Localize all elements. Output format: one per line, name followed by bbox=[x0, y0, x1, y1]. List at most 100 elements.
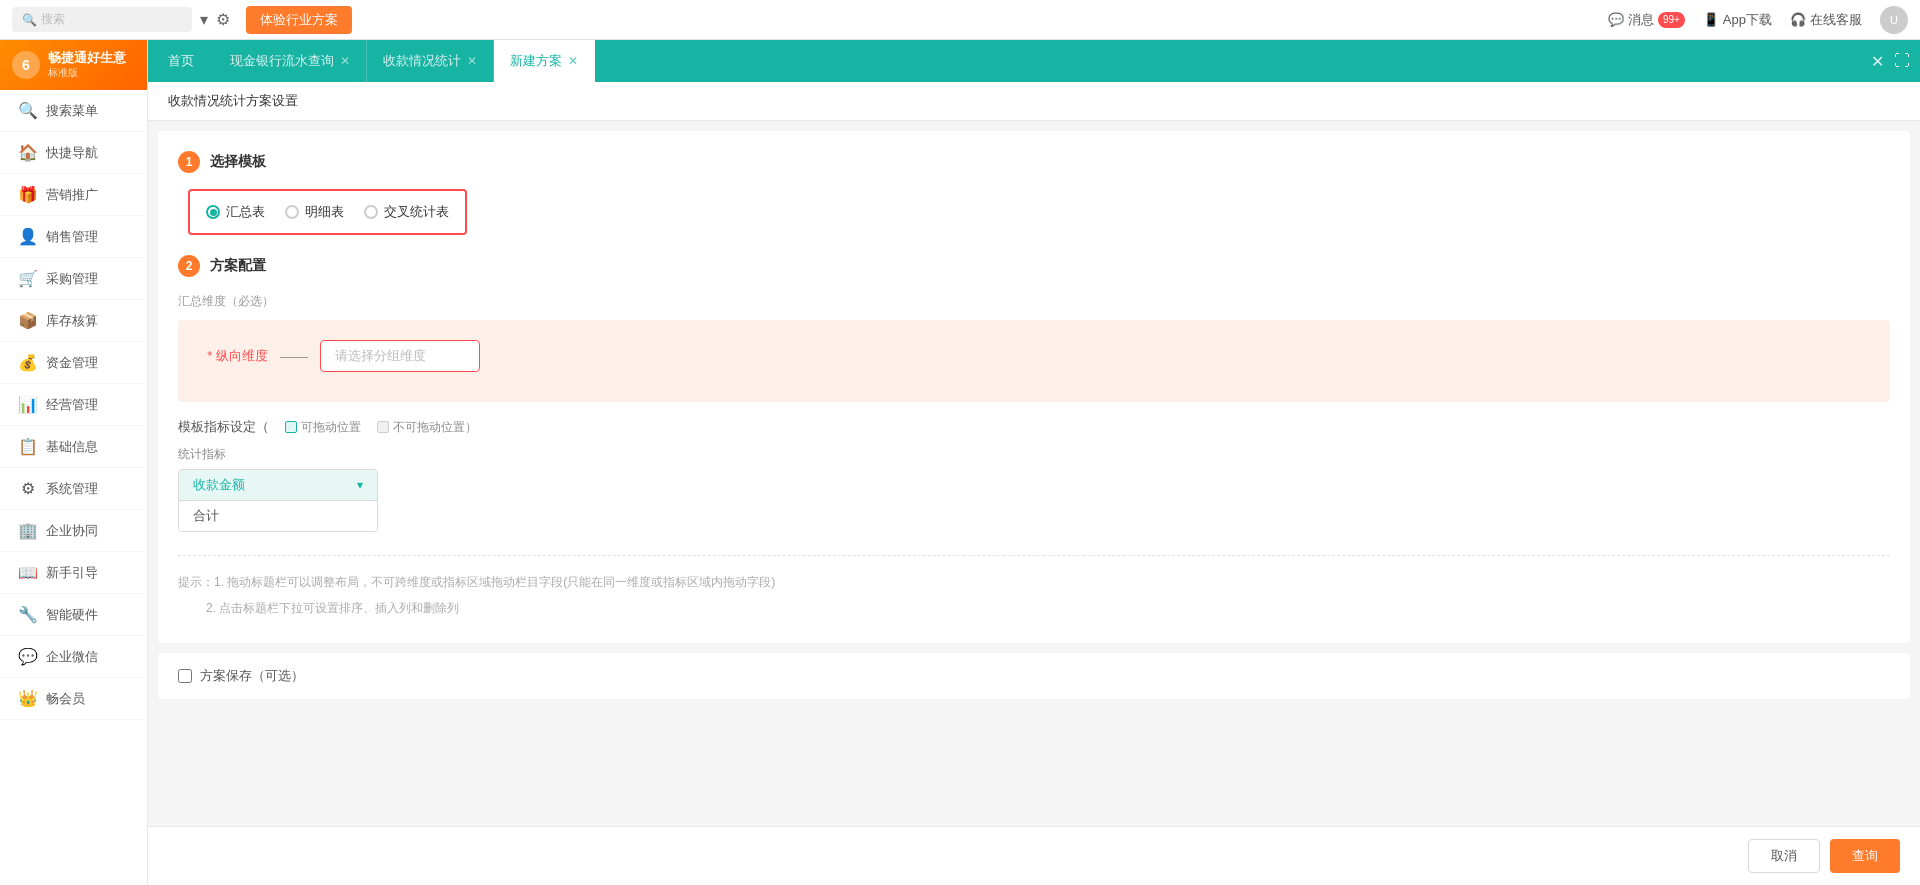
close-icon[interactable]: ✕ bbox=[467, 54, 477, 68]
dimension-grid: * 纵向维度 —— 请选择分组维度 bbox=[178, 320, 1890, 402]
step2-number: 2 bbox=[178, 255, 200, 277]
vertical-dimension-label: * 纵向维度 bbox=[198, 347, 268, 365]
wechat-icon: 💬 bbox=[18, 647, 38, 666]
marketing-icon: 🎁 bbox=[18, 185, 38, 204]
sidebar-item-member[interactable]: 👑 畅会员 bbox=[0, 678, 147, 720]
logo-text-block: 畅捷通好生意 标准版 bbox=[48, 50, 126, 80]
legend-draggable: 可拖动位置 bbox=[285, 419, 361, 436]
messages-badge: 99+ bbox=[1658, 12, 1685, 28]
sidebar-item-wechat[interactable]: 💬 企业微信 bbox=[0, 636, 147, 678]
tab-home[interactable]: 首页 bbox=[148, 40, 214, 82]
service-icon: 🎧 bbox=[1790, 12, 1806, 27]
tips-section: 提示：1. 拖动标题栏可以调整布局，不可跨维度或指标区域拖动栏目字段(只能在同一… bbox=[178, 555, 1890, 619]
avatar[interactable]: U bbox=[1880, 6, 1908, 34]
indicator-table-header[interactable]: 收款金额 ▾ bbox=[179, 470, 377, 501]
messages-item[interactable]: 💬 消息 99+ bbox=[1608, 11, 1685, 29]
tab-cash-flow[interactable]: 现金银行流水查询 ✕ bbox=[214, 40, 367, 82]
sidebar-item-basic-info[interactable]: 📋 基础信息 bbox=[0, 426, 147, 468]
sidebar-item-smart-hw[interactable]: 🔧 智能硬件 bbox=[0, 594, 147, 636]
query-button[interactable]: 查询 bbox=[1830, 839, 1900, 873]
sidebar-item-label: 畅会员 bbox=[46, 690, 85, 708]
sidebar-item-system[interactable]: ⚙ 系统管理 bbox=[0, 468, 147, 510]
finance-icon: 💰 bbox=[18, 353, 38, 372]
main-layout: 6 畅捷通好生意 标准版 🔍 搜索菜单 🏠 快捷导航 🎁 营销推广 👤 销售管理… bbox=[0, 40, 1920, 885]
sidebar-item-sales[interactable]: 👤 销售管理 bbox=[0, 216, 147, 258]
step2-header: 2 方案配置 bbox=[178, 255, 1890, 277]
edition-text: 标准版 bbox=[48, 66, 126, 80]
download-icon: 📱 bbox=[1703, 12, 1719, 27]
messages-label: 消息 bbox=[1628, 11, 1654, 29]
save-checkbox[interactable] bbox=[178, 669, 192, 683]
tips-text: 提示：1. 拖动标题栏可以调整布局，不可跨维度或指标区域拖动栏目字段(只能在同一… bbox=[178, 572, 1890, 619]
tab-receipt-stat[interactable]: 收款情况统计 ✕ bbox=[367, 40, 494, 82]
sidebar-item-label: 搜索菜单 bbox=[46, 102, 98, 120]
close-icon[interactable]: ✕ bbox=[568, 54, 578, 68]
trial-button[interactable]: 体验行业方案 bbox=[246, 6, 352, 34]
purchase-icon: 🛒 bbox=[18, 269, 38, 288]
guide-icon: 📖 bbox=[18, 563, 38, 582]
radio-label-cross: 交叉统计表 bbox=[384, 203, 449, 221]
legend-not-draggable-label: 不可拖动位置） bbox=[393, 419, 477, 436]
page-title: 收款情况统计方案设置 bbox=[168, 93, 298, 108]
sidebar-item-marketing[interactable]: 🎁 营销推广 bbox=[0, 174, 147, 216]
inventory-icon: 📦 bbox=[18, 311, 38, 330]
sidebar-item-label: 新手引导 bbox=[46, 564, 98, 582]
save-section: 方案保存（可选） bbox=[158, 653, 1910, 699]
radio-label-summary: 汇总表 bbox=[226, 203, 265, 221]
indicator-section: 模板指标设定（ 可拖动位置 不可拖动位置） bbox=[178, 418, 1890, 535]
sidebar-item-guide[interactable]: 📖 新手引导 bbox=[0, 552, 147, 594]
page-content: 收款情况统计方案设置 1 选择模板 汇总表 bbox=[148, 82, 1920, 826]
footer-bar: 取消 查询 bbox=[148, 826, 1920, 885]
sidebar-item-operations[interactable]: 📊 经营管理 bbox=[0, 384, 147, 426]
step1-title: 选择模板 bbox=[210, 153, 266, 171]
service-item[interactable]: 🎧 在线客服 bbox=[1790, 11, 1862, 29]
sidebar-item-enterprise[interactable]: 🏢 企业协同 bbox=[0, 510, 147, 552]
content-area: 首页 现金银行流水查询 ✕ 收款情况统计 ✕ 新建方案 ✕ ✕ ⛶ bbox=[148, 40, 1920, 885]
step1-header: 1 选择模板 bbox=[178, 151, 1890, 173]
enterprise-icon: 🏢 bbox=[18, 521, 38, 540]
radio-dot-detail bbox=[285, 205, 299, 219]
settings-icon[interactable]: ⚙ bbox=[216, 10, 230, 29]
radio-summary[interactable]: 汇总表 bbox=[206, 203, 265, 221]
config-section: 2 方案配置 汇总维度（必选） * 纵向维度 —— bbox=[178, 255, 1890, 619]
sidebar-item-finance[interactable]: 💰 资金管理 bbox=[0, 342, 147, 384]
header-search-box[interactable]: 🔍 搜索 bbox=[12, 7, 192, 32]
tab-new-plan[interactable]: 新建方案 ✕ bbox=[494, 40, 595, 82]
dropdown-arrow-icon[interactable]: ▾ bbox=[357, 478, 363, 492]
logo-icon: 6 bbox=[12, 51, 40, 79]
search-menu-icon: 🔍 bbox=[18, 101, 38, 120]
template-radio-group: 汇总表 明细表 交叉统计表 bbox=[206, 203, 449, 221]
operations-icon: 📊 bbox=[18, 395, 38, 414]
sidebar-item-label: 企业微信 bbox=[46, 648, 98, 666]
save-label: 方案保存（可选） bbox=[200, 667, 304, 685]
dimension-section: 汇总维度（必选） * 纵向维度 —— 请选择分组维度 bbox=[178, 293, 1890, 402]
header-dropdown-btn[interactable]: ▾ bbox=[200, 10, 208, 29]
smart-hw-icon: 🔧 bbox=[18, 605, 38, 624]
dimension-selector[interactable]: 请选择分组维度 bbox=[320, 340, 480, 372]
sidebar-item-label: 库存核算 bbox=[46, 312, 98, 330]
sidebar-item-quick-nav[interactable]: 🏠 快捷导航 bbox=[0, 132, 147, 174]
download-label: App下载 bbox=[1723, 11, 1772, 29]
step2-title: 方案配置 bbox=[210, 257, 266, 275]
sidebar-item-label: 营销推广 bbox=[46, 186, 98, 204]
close-window-btn[interactable]: ✕ bbox=[1871, 52, 1884, 71]
sidebar-item-label: 采购管理 bbox=[46, 270, 98, 288]
member-icon: 👑 bbox=[18, 689, 38, 708]
close-icon[interactable]: ✕ bbox=[340, 54, 350, 68]
sidebar-item-search-menu[interactable]: 🔍 搜索菜单 bbox=[0, 90, 147, 132]
sidebar-item-inventory[interactable]: 📦 库存核算 bbox=[0, 300, 147, 342]
download-item[interactable]: 📱 App下载 bbox=[1703, 11, 1772, 29]
template-section: 汇总表 明细表 交叉统计表 bbox=[188, 189, 467, 235]
radio-label-detail: 明细表 bbox=[305, 203, 344, 221]
sidebar-item-label: 销售管理 bbox=[46, 228, 98, 246]
sidebar-item-label: 资金管理 bbox=[46, 354, 98, 372]
header-right: 💬 消息 99+ 📱 App下载 🎧 在线客服 U bbox=[1608, 6, 1908, 34]
radio-cross[interactable]: 交叉统计表 bbox=[364, 203, 449, 221]
indicator-table: 收款金额 ▾ 合计 bbox=[178, 469, 378, 532]
maximize-window-btn[interactable]: ⛶ bbox=[1894, 52, 1910, 70]
quick-nav-icon: 🏠 bbox=[18, 143, 38, 162]
sidebar-item-label: 快捷导航 bbox=[46, 144, 98, 162]
radio-detail[interactable]: 明细表 bbox=[285, 203, 344, 221]
cancel-button[interactable]: 取消 bbox=[1748, 839, 1820, 873]
sidebar-item-purchase[interactable]: 🛒 采购管理 bbox=[0, 258, 147, 300]
